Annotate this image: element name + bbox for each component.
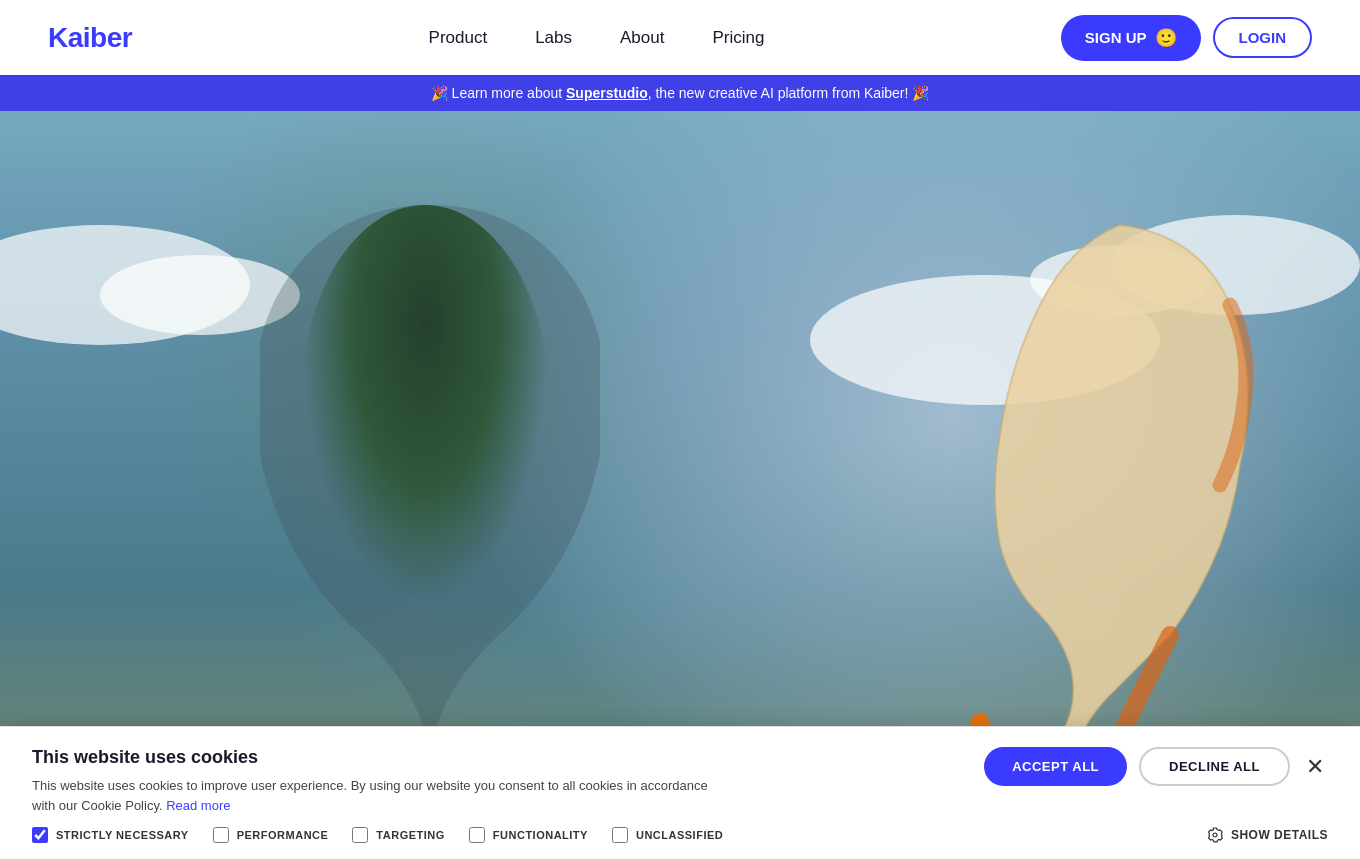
cookie-bottom-row: STRICTLY NECESSARY PERFORMANCE TARGETING… (32, 827, 1328, 843)
mirror-decoration (260, 195, 600, 765)
superstudio-link[interactable]: Superstudio (566, 85, 648, 101)
cookie-description: This website uses cookies to improve use… (32, 776, 732, 815)
gear-icon (1207, 827, 1223, 843)
nav-actions: SIGN UP 🙂 LOGIN (1061, 15, 1312, 61)
banner-prefix: 🎉 Learn more about (431, 85, 566, 101)
cookie-checkboxes: STRICTLY NECESSARY PERFORMANCE TARGETING… (32, 827, 723, 843)
checkbox-functionality[interactable]: FUNCTIONALITY (469, 827, 588, 843)
nav-about[interactable]: About (620, 28, 664, 47)
face-silhouette (800, 205, 1300, 785)
checkbox-targeting[interactable]: TARGETING (352, 827, 444, 843)
svg-point-10 (1213, 833, 1217, 837)
targeting-checkbox[interactable] (352, 827, 368, 843)
cookie-title: This website uses cookies (32, 747, 984, 768)
navbar: Kaiber Product Labs About Pricing SIGN U… (0, 0, 1360, 75)
performance-checkbox[interactable] (213, 827, 229, 843)
signup-button[interactable]: SIGN UP 🙂 (1061, 15, 1201, 61)
functionality-checkbox[interactable] (469, 827, 485, 843)
show-details-label: SHOW DETAILS (1231, 828, 1328, 842)
accept-all-button[interactable]: ACCEPT ALL (984, 747, 1127, 786)
cookie-top-row: This website uses cookies This website u… (32, 747, 1328, 815)
smiley-icon: 🙂 (1155, 27, 1177, 49)
login-button[interactable]: LOGIN (1213, 17, 1313, 58)
show-details-button[interactable]: SHOW DETAILS (1207, 827, 1328, 843)
strictly-necessary-checkbox[interactable] (32, 827, 48, 843)
read-more-link[interactable]: Read more (166, 798, 230, 813)
cookie-content: This website uses cookies This website u… (32, 747, 984, 815)
functionality-label: FUNCTIONALITY (493, 829, 588, 841)
announcement-banner: 🎉 Learn more about Superstudio, the new … (0, 75, 1360, 111)
brand-logo[interactable]: Kaiber (48, 22, 132, 54)
nav-labs[interactable]: Labs (535, 28, 572, 47)
targeting-label: TARGETING (376, 829, 444, 841)
cookie-banner: This website uses cookies This website u… (0, 726, 1360, 859)
banner-suffix: , the new creative AI platform from Kaib… (648, 85, 930, 101)
checkbox-performance[interactable]: PERFORMANCE (213, 827, 329, 843)
cookie-close-button[interactable]: ✕ (1302, 754, 1328, 780)
decline-all-button[interactable]: DECLINE ALL (1139, 747, 1290, 786)
unclassified-label: UNCLASSIFIED (636, 829, 723, 841)
checkbox-unclassified[interactable]: UNCLASSIFIED (612, 827, 723, 843)
signup-label: SIGN UP (1085, 29, 1147, 46)
nav-pricing[interactable]: Pricing (712, 28, 764, 47)
strictly-necessary-label: STRICTLY NECESSARY (56, 829, 189, 841)
performance-label: PERFORMANCE (237, 829, 329, 841)
cookie-action-buttons: ACCEPT ALL DECLINE ALL ✕ (984, 747, 1328, 786)
nav-links: Product Labs About Pricing (429, 28, 765, 48)
cookie-desc-text: This website uses cookies to improve use… (32, 778, 708, 813)
nav-product[interactable]: Product (429, 28, 488, 47)
checkbox-strictly-necessary[interactable]: STRICTLY NECESSARY (32, 827, 189, 843)
unclassified-checkbox[interactable] (612, 827, 628, 843)
